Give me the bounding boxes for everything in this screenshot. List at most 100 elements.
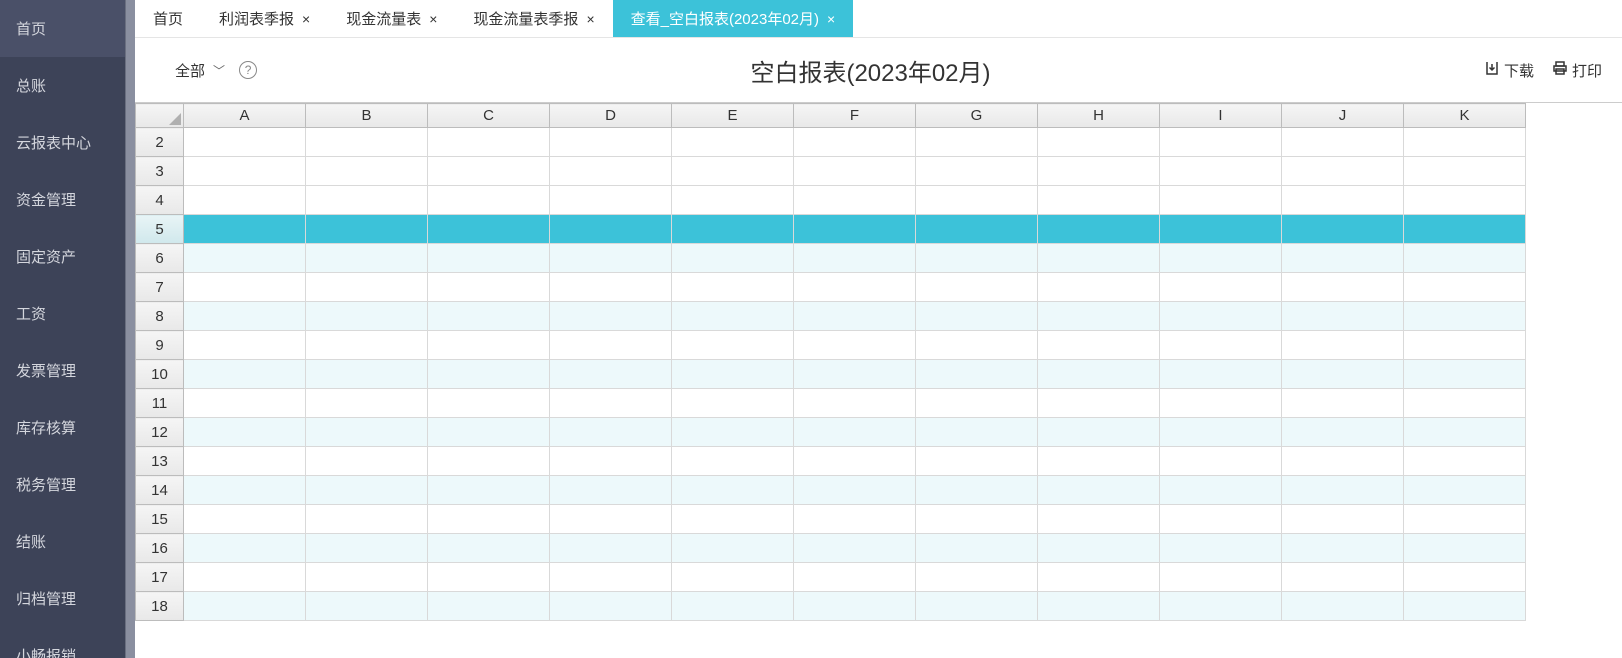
cell-H8[interactable] bbox=[1038, 302, 1160, 331]
cell-B4[interactable] bbox=[306, 186, 428, 215]
cell-K11[interactable] bbox=[1404, 389, 1526, 418]
cell-G4[interactable] bbox=[916, 186, 1038, 215]
column-header-K[interactable]: K bbox=[1404, 104, 1526, 128]
cell-A2[interactable] bbox=[184, 128, 306, 157]
cell-D12[interactable] bbox=[550, 418, 672, 447]
cell-C6[interactable] bbox=[428, 244, 550, 273]
cell-C5[interactable] bbox=[428, 215, 550, 244]
row-header-9[interactable]: 9 bbox=[136, 331, 184, 360]
cell-E7[interactable] bbox=[672, 273, 794, 302]
cell-B5[interactable] bbox=[306, 215, 428, 244]
cell-K4[interactable] bbox=[1404, 186, 1526, 215]
cell-E14[interactable] bbox=[672, 476, 794, 505]
cell-E15[interactable] bbox=[672, 505, 794, 534]
cell-F5[interactable] bbox=[794, 215, 916, 244]
cell-D2[interactable] bbox=[550, 128, 672, 157]
cell-C17[interactable] bbox=[428, 563, 550, 592]
cell-F11[interactable] bbox=[794, 389, 916, 418]
cell-E16[interactable] bbox=[672, 534, 794, 563]
row-header-14[interactable]: 14 bbox=[136, 476, 184, 505]
tab-0[interactable]: 首页 bbox=[135, 0, 201, 37]
cell-I18[interactable] bbox=[1160, 592, 1282, 621]
cell-C13[interactable] bbox=[428, 447, 550, 476]
cell-I10[interactable] bbox=[1160, 360, 1282, 389]
cell-I9[interactable] bbox=[1160, 331, 1282, 360]
cell-I17[interactable] bbox=[1160, 563, 1282, 592]
cell-J13[interactable] bbox=[1282, 447, 1404, 476]
sidebar-item-6[interactable]: 发票管理 bbox=[0, 342, 125, 399]
cell-K15[interactable] bbox=[1404, 505, 1526, 534]
cell-G5[interactable] bbox=[916, 215, 1038, 244]
cell-A18[interactable] bbox=[184, 592, 306, 621]
cell-F7[interactable] bbox=[794, 273, 916, 302]
cell-I5[interactable] bbox=[1160, 215, 1282, 244]
cell-K6[interactable] bbox=[1404, 244, 1526, 273]
column-header-D[interactable]: D bbox=[550, 104, 672, 128]
cell-F8[interactable] bbox=[794, 302, 916, 331]
cell-D16[interactable] bbox=[550, 534, 672, 563]
cell-I8[interactable] bbox=[1160, 302, 1282, 331]
cell-H4[interactable] bbox=[1038, 186, 1160, 215]
cell-B13[interactable] bbox=[306, 447, 428, 476]
cell-G10[interactable] bbox=[916, 360, 1038, 389]
sidebar-item-2[interactable]: 云报表中心 bbox=[0, 114, 125, 171]
cell-I3[interactable] bbox=[1160, 157, 1282, 186]
column-header-E[interactable]: E bbox=[672, 104, 794, 128]
cell-C15[interactable] bbox=[428, 505, 550, 534]
cell-H18[interactable] bbox=[1038, 592, 1160, 621]
cell-I2[interactable] bbox=[1160, 128, 1282, 157]
cell-G11[interactable] bbox=[916, 389, 1038, 418]
cell-C8[interactable] bbox=[428, 302, 550, 331]
cell-I14[interactable] bbox=[1160, 476, 1282, 505]
column-header-A[interactable]: A bbox=[184, 104, 306, 128]
cell-J11[interactable] bbox=[1282, 389, 1404, 418]
column-header-J[interactable]: J bbox=[1282, 104, 1404, 128]
sidebar-item-9[interactable]: 结账 bbox=[0, 513, 125, 570]
cell-J7[interactable] bbox=[1282, 273, 1404, 302]
cell-G13[interactable] bbox=[916, 447, 1038, 476]
cell-J12[interactable] bbox=[1282, 418, 1404, 447]
cell-E11[interactable] bbox=[672, 389, 794, 418]
row-header-16[interactable]: 16 bbox=[136, 534, 184, 563]
cell-D6[interactable] bbox=[550, 244, 672, 273]
row-header-2[interactable]: 2 bbox=[136, 128, 184, 157]
sidebar-item-5[interactable]: 工资 bbox=[0, 285, 125, 342]
row-header-8[interactable]: 8 bbox=[136, 302, 184, 331]
cell-F16[interactable] bbox=[794, 534, 916, 563]
cell-B2[interactable] bbox=[306, 128, 428, 157]
cell-A12[interactable] bbox=[184, 418, 306, 447]
row-header-18[interactable]: 18 bbox=[136, 592, 184, 621]
cell-C2[interactable] bbox=[428, 128, 550, 157]
close-icon[interactable]: × bbox=[586, 11, 594, 27]
cell-E4[interactable] bbox=[672, 186, 794, 215]
cell-G9[interactable] bbox=[916, 331, 1038, 360]
cell-D9[interactable] bbox=[550, 331, 672, 360]
cell-B17[interactable] bbox=[306, 563, 428, 592]
cell-E2[interactable] bbox=[672, 128, 794, 157]
row-header-3[interactable]: 3 bbox=[136, 157, 184, 186]
cell-D17[interactable] bbox=[550, 563, 672, 592]
cell-K7[interactable] bbox=[1404, 273, 1526, 302]
cell-C9[interactable] bbox=[428, 331, 550, 360]
cell-C16[interactable] bbox=[428, 534, 550, 563]
sidebar-item-4[interactable]: 固定资产 bbox=[0, 228, 125, 285]
close-icon[interactable]: × bbox=[429, 11, 437, 27]
cell-K13[interactable] bbox=[1404, 447, 1526, 476]
print-button[interactable]: 打印 bbox=[1552, 60, 1602, 81]
cell-G12[interactable] bbox=[916, 418, 1038, 447]
cell-H15[interactable] bbox=[1038, 505, 1160, 534]
column-header-C[interactable]: C bbox=[428, 104, 550, 128]
cell-A11[interactable] bbox=[184, 389, 306, 418]
cell-E3[interactable] bbox=[672, 157, 794, 186]
cell-H13[interactable] bbox=[1038, 447, 1160, 476]
cell-J10[interactable] bbox=[1282, 360, 1404, 389]
cell-E10[interactable] bbox=[672, 360, 794, 389]
cell-B3[interactable] bbox=[306, 157, 428, 186]
cell-G17[interactable] bbox=[916, 563, 1038, 592]
cell-E9[interactable] bbox=[672, 331, 794, 360]
cell-C3[interactable] bbox=[428, 157, 550, 186]
cell-K16[interactable] bbox=[1404, 534, 1526, 563]
cell-F4[interactable] bbox=[794, 186, 916, 215]
cell-A13[interactable] bbox=[184, 447, 306, 476]
cell-H10[interactable] bbox=[1038, 360, 1160, 389]
